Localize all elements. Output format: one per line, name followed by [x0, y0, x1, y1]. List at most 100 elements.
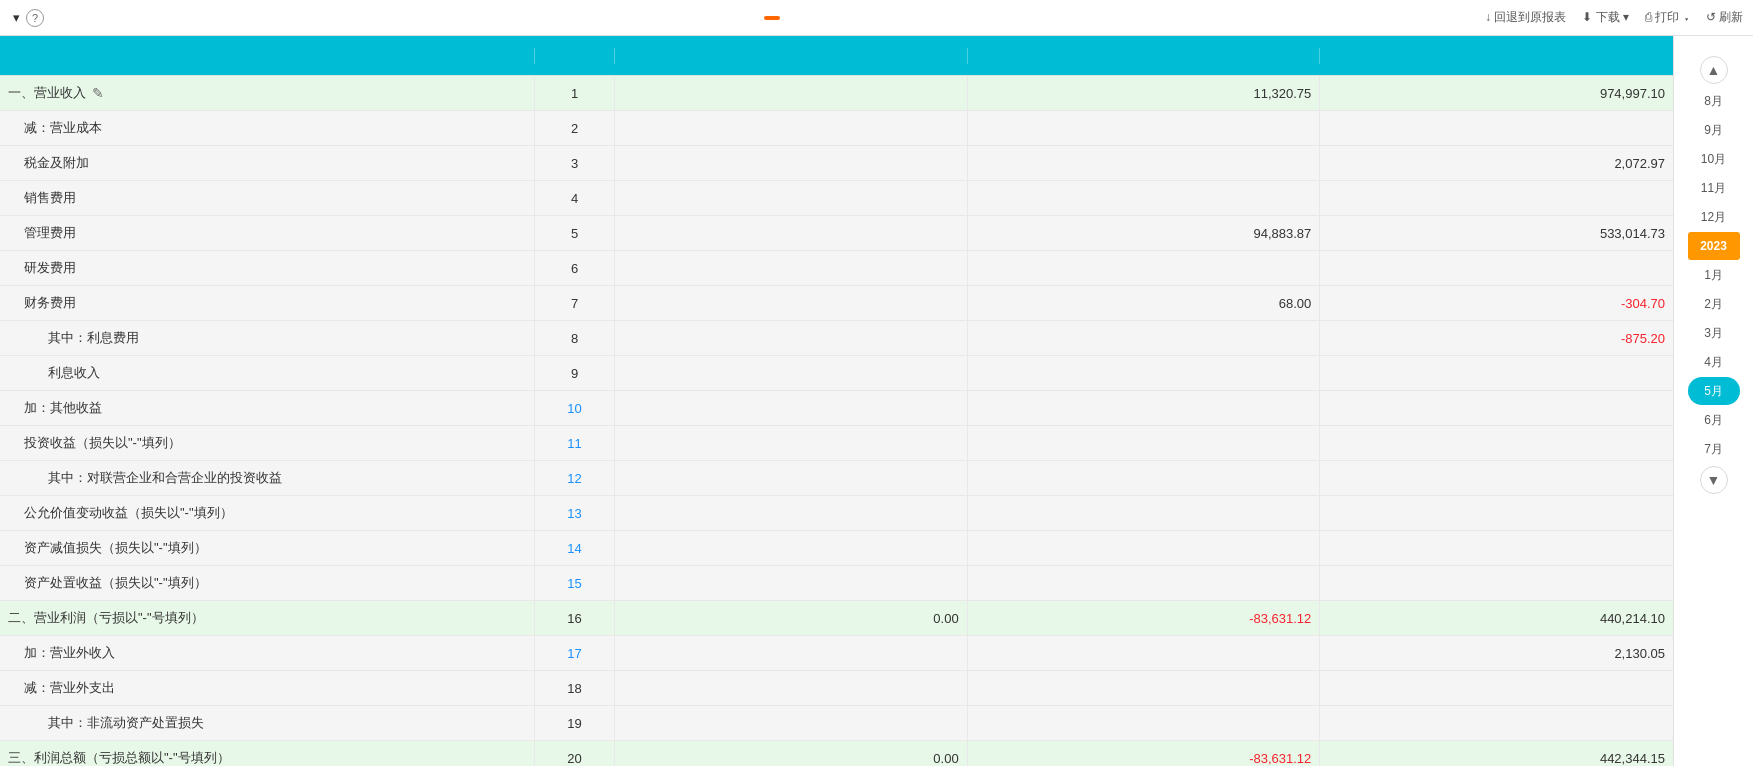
- current-month-cell: [615, 566, 968, 600]
- current-month-cell: [615, 671, 968, 705]
- prev-period-cell: 974,997.10: [1320, 76, 1673, 110]
- table-header: [0, 36, 1673, 76]
- row-number-cell: 4: [535, 181, 615, 215]
- row-name-cell: 其中：对联营企业和合营企业的投资收益: [0, 461, 535, 495]
- table-body: 一、营业收入 ✎111,320.75974,997.10减：营业成本2税金及附加…: [0, 76, 1673, 766]
- table-row: 管理费用594,883.87533,014.73: [0, 216, 1673, 251]
- col-header-row: [535, 48, 615, 64]
- current-month-cell: [615, 216, 968, 250]
- ytd-cell: [968, 461, 1321, 495]
- col-header-prev: [1320, 48, 1673, 64]
- month-item[interactable]: 5月: [1688, 377, 1740, 405]
- ytd-cell: [968, 356, 1321, 390]
- row-number-cell: 19: [535, 706, 615, 740]
- table-row: 资产处置收益（损失以"-"填列）15: [0, 566, 1673, 601]
- download-button[interactable]: ⬇ 下载 ▾: [1582, 9, 1629, 26]
- help-icon[interactable]: ?: [26, 9, 44, 27]
- ytd-cell: [968, 181, 1321, 215]
- month-item[interactable]: 7月: [1688, 435, 1740, 463]
- prev-period-cell: [1320, 496, 1673, 530]
- current-month-cell: [615, 461, 968, 495]
- ytd-cell: [968, 146, 1321, 180]
- row-number-cell: 8: [535, 321, 615, 355]
- table-row: 其中：非流动资产处置损失19: [0, 706, 1673, 741]
- current-month-cell: [615, 636, 968, 670]
- table-row: 研发费用6: [0, 251, 1673, 286]
- table-row: 加：营业外收入172,130.05: [0, 636, 1673, 671]
- row-name-cell: 财务费用: [0, 286, 535, 320]
- month-item[interactable]: 8月: [1688, 87, 1740, 115]
- table-row: 二、营业利润（亏损以"-"号填列）160.00-83,631.12440,214…: [0, 601, 1673, 636]
- status-badge[interactable]: [764, 16, 780, 20]
- month-item[interactable]: 11月: [1688, 174, 1740, 202]
- current-month-cell: [615, 251, 968, 285]
- month-item[interactable]: 9月: [1688, 116, 1740, 144]
- month-item[interactable]: 6月: [1688, 406, 1740, 434]
- row-name-cell: 资产减值损失（损失以"-"填列）: [0, 531, 535, 565]
- current-month-cell: [615, 111, 968, 145]
- row-number-cell: 6: [535, 251, 615, 285]
- ytd-cell: [968, 251, 1321, 285]
- current-month-cell: [615, 391, 968, 425]
- current-month-cell: [615, 321, 968, 355]
- row-number-cell: 20: [535, 741, 615, 766]
- row-number-cell[interactable]: 11: [535, 426, 615, 460]
- refresh-button[interactable]: ↺ 刷新: [1706, 9, 1743, 26]
- row-name-cell: 管理费用: [0, 216, 535, 250]
- prev-period-cell: -304.70: [1320, 286, 1673, 320]
- month-item[interactable]: 10月: [1688, 145, 1740, 173]
- prev-period-cell: 533,014.73: [1320, 216, 1673, 250]
- row-name-cell: 税金及附加: [0, 146, 535, 180]
- table-row: 投资收益（损失以"-"填列）11: [0, 426, 1673, 461]
- current-month-cell: [615, 706, 968, 740]
- table-row: 税金及附加32,072.97: [0, 146, 1673, 181]
- row-name-cell: 投资收益（损失以"-"填列）: [0, 426, 535, 460]
- ytd-cell: [968, 111, 1321, 145]
- month-item[interactable]: 3月: [1688, 319, 1740, 347]
- row-number-cell[interactable]: 15: [535, 566, 615, 600]
- row-number-cell[interactable]: 14: [535, 531, 615, 565]
- top-bar-center: [748, 16, 780, 20]
- row-number-cell[interactable]: 17: [535, 636, 615, 670]
- prev-period-cell: 442,344.15: [1320, 741, 1673, 766]
- all-dropdown[interactable]: ▾: [10, 10, 20, 25]
- ytd-cell: [968, 496, 1321, 530]
- month-item[interactable]: 2023: [1688, 232, 1740, 260]
- ytd-cell: -83,631.12: [968, 601, 1321, 635]
- top-bar-left: ▾ ?: [10, 9, 44, 27]
- print-button[interactable]: ⎙ 打印 ▾: [1645, 9, 1690, 26]
- sidebar-title: [1712, 40, 1716, 48]
- prev-period-cell: 440,214.10: [1320, 601, 1673, 635]
- month-item[interactable]: 12月: [1688, 203, 1740, 231]
- content-area: 一、营业收入 ✎111,320.75974,997.10减：营业成本2税金及附加…: [0, 36, 1673, 766]
- month-item[interactable]: 1月: [1688, 261, 1740, 289]
- row-name-cell: 三、利润总额（亏损总额以"-"号填列）: [0, 741, 535, 766]
- ytd-cell: [968, 426, 1321, 460]
- table-row: 利息收入9: [0, 356, 1673, 391]
- prev-period-cell: [1320, 251, 1673, 285]
- top-bar: ▾ ? ↓ 回退到原报表 ⬇ 下载 ▾ ⎙ 打印 ▾ ↺ 刷新: [0, 0, 1753, 36]
- prev-period-cell: [1320, 111, 1673, 145]
- row-name-cell: 销售费用: [0, 181, 535, 215]
- row-name-cell: 一、营业收入 ✎: [0, 76, 535, 110]
- next-nav-button[interactable]: ▼: [1700, 466, 1728, 494]
- row-number-cell[interactable]: 10: [535, 391, 615, 425]
- month-item[interactable]: 2月: [1688, 290, 1740, 318]
- row-number-cell[interactable]: 12: [535, 461, 615, 495]
- prev-period-cell: [1320, 531, 1673, 565]
- ytd-cell: [968, 671, 1321, 705]
- back-button[interactable]: ↓ 回退到原报表: [1485, 9, 1566, 26]
- edit-icon[interactable]: ✎: [92, 85, 104, 101]
- row-number-cell[interactable]: 13: [535, 496, 615, 530]
- row-name-cell: 二、营业利润（亏损以"-"号填列）: [0, 601, 535, 635]
- row-number-cell: 2: [535, 111, 615, 145]
- prev-period-cell: [1320, 426, 1673, 460]
- row-number-cell: 1: [535, 76, 615, 110]
- current-month-cell: [615, 286, 968, 320]
- prev-period-cell: [1320, 461, 1673, 495]
- col-header-name: [0, 48, 535, 64]
- prev-period-cell: [1320, 391, 1673, 425]
- month-item[interactable]: 4月: [1688, 348, 1740, 376]
- prev-nav-button[interactable]: ▲: [1700, 56, 1728, 84]
- table-row: 销售费用4: [0, 181, 1673, 216]
